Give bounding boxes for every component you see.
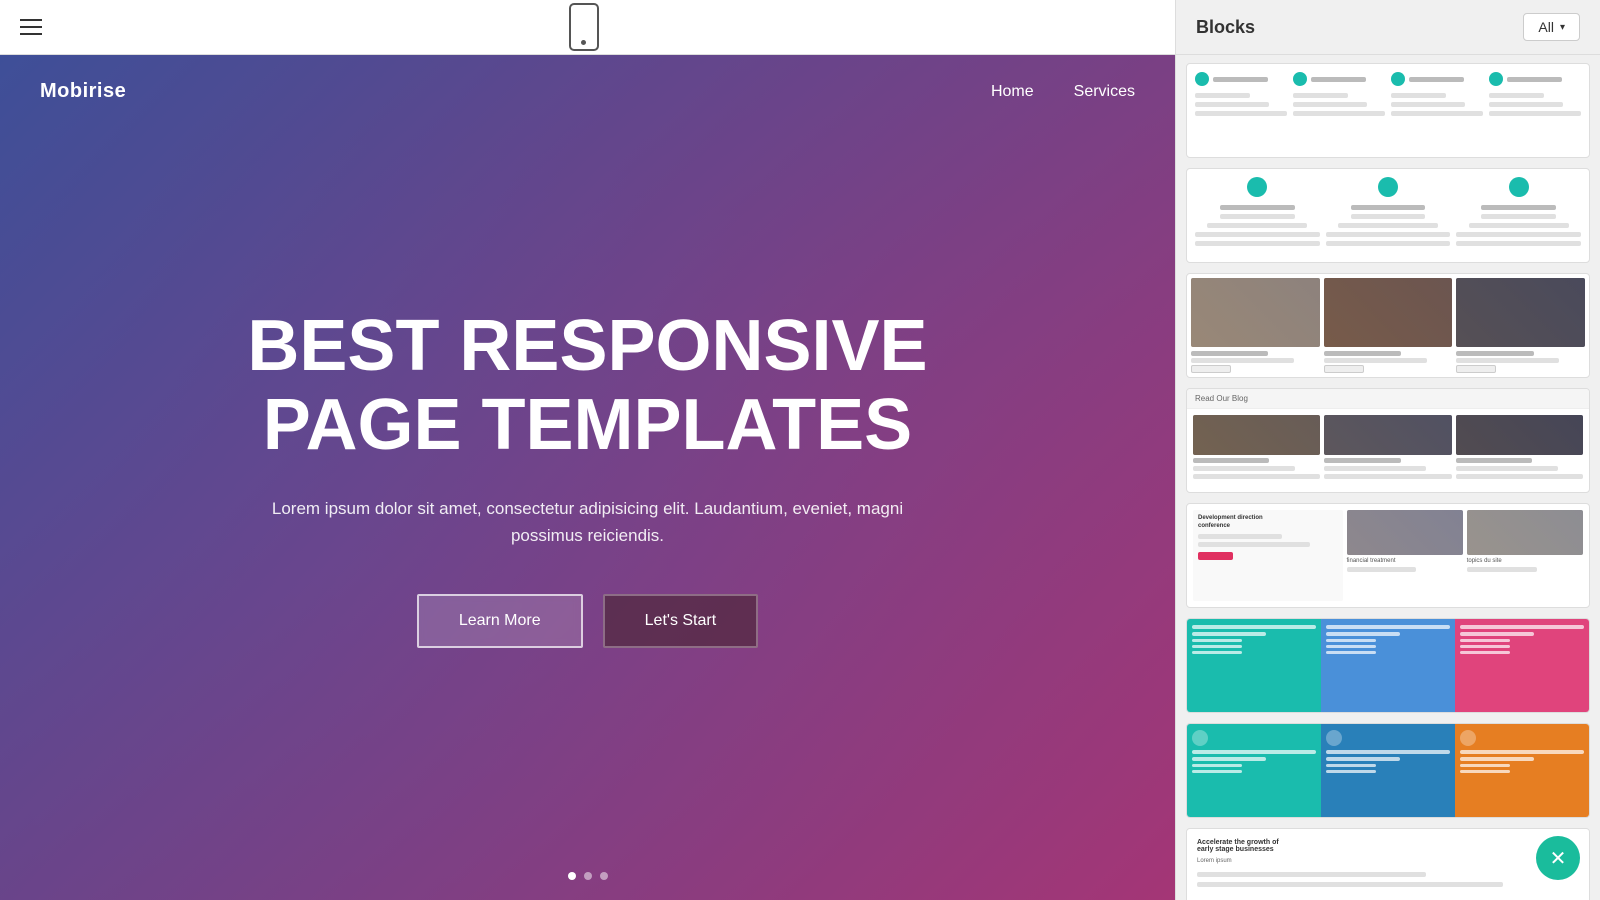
learn-more-button[interactable]: Learn More bbox=[417, 594, 583, 648]
block-thumb-6[interactable] bbox=[1186, 618, 1590, 713]
hero-dot-3[interactable] bbox=[600, 872, 608, 880]
hero-title-line1: BEST RESPONSIVE bbox=[247, 306, 927, 386]
block-thumb-3[interactable] bbox=[1186, 273, 1590, 378]
blocks-panel: Blocks All ▾ bbox=[1175, 0, 1600, 900]
block-thumb-1[interactable] bbox=[1186, 63, 1590, 158]
editor-area: Mobirise Home Services BEST RESPONSIVE P… bbox=[0, 0, 1175, 900]
nav-link-services[interactable]: Services bbox=[1074, 83, 1135, 101]
block-thumb-7[interactable] bbox=[1186, 723, 1590, 818]
close-button[interactable]: ✕ bbox=[1536, 836, 1580, 880]
chevron-down-icon: ▾ bbox=[1560, 22, 1565, 33]
blocks-panel-title: Blocks bbox=[1196, 17, 1255, 38]
preview-navbar: Mobirise Home Services bbox=[0, 55, 1175, 128]
hero-section: Mobirise Home Services BEST RESPONSIVE P… bbox=[0, 55, 1175, 900]
blog-header-label: Read Our Blog bbox=[1195, 394, 1248, 403]
hero-dot-2[interactable] bbox=[584, 872, 592, 880]
navbar-brand[interactable]: Mobirise bbox=[40, 80, 126, 103]
toolbar-left bbox=[20, 19, 42, 35]
block-thumb-5[interactable]: Development directionconference financia… bbox=[1186, 503, 1590, 608]
toolbar-center bbox=[569, 3, 599, 51]
blocks-list[interactable]: Read Our Blog bbox=[1176, 55, 1600, 900]
hero-buttons: Learn More Let's Start bbox=[417, 594, 758, 648]
hero-content: BEST RESPONSIVE PAGE TEMPLATES Lorem ips… bbox=[0, 55, 1175, 900]
hero-dot-1[interactable] bbox=[568, 872, 576, 880]
blocks-filter-label: All bbox=[1538, 19, 1554, 35]
lets-start-button[interactable]: Let's Start bbox=[603, 594, 759, 648]
block-thumb-8[interactable]: Accelerate the growth ofearly stage busi… bbox=[1186, 828, 1590, 900]
preview-canvas: Mobirise Home Services BEST RESPONSIVE P… bbox=[0, 55, 1175, 900]
blocks-header: Blocks All ▾ bbox=[1176, 0, 1600, 55]
mobile-preview-icon[interactable] bbox=[569, 3, 599, 51]
nav-link-home[interactable]: Home bbox=[991, 83, 1034, 101]
hero-subtitle: Lorem ipsum dolor sit amet, consectetur … bbox=[238, 495, 938, 549]
hamburger-menu-icon[interactable] bbox=[20, 19, 42, 35]
hero-title: BEST RESPONSIVE PAGE TEMPLATES bbox=[247, 307, 927, 465]
blocks-filter-button[interactable]: All ▾ bbox=[1523, 13, 1580, 41]
block-thumb-2[interactable] bbox=[1186, 168, 1590, 263]
hero-dots-indicator bbox=[568, 872, 608, 880]
block-thumb-4[interactable]: Read Our Blog bbox=[1186, 388, 1590, 493]
hero-title-line2: PAGE TEMPLATES bbox=[263, 385, 912, 465]
navbar-links: Home Services bbox=[991, 83, 1135, 101]
top-toolbar bbox=[0, 0, 1175, 55]
